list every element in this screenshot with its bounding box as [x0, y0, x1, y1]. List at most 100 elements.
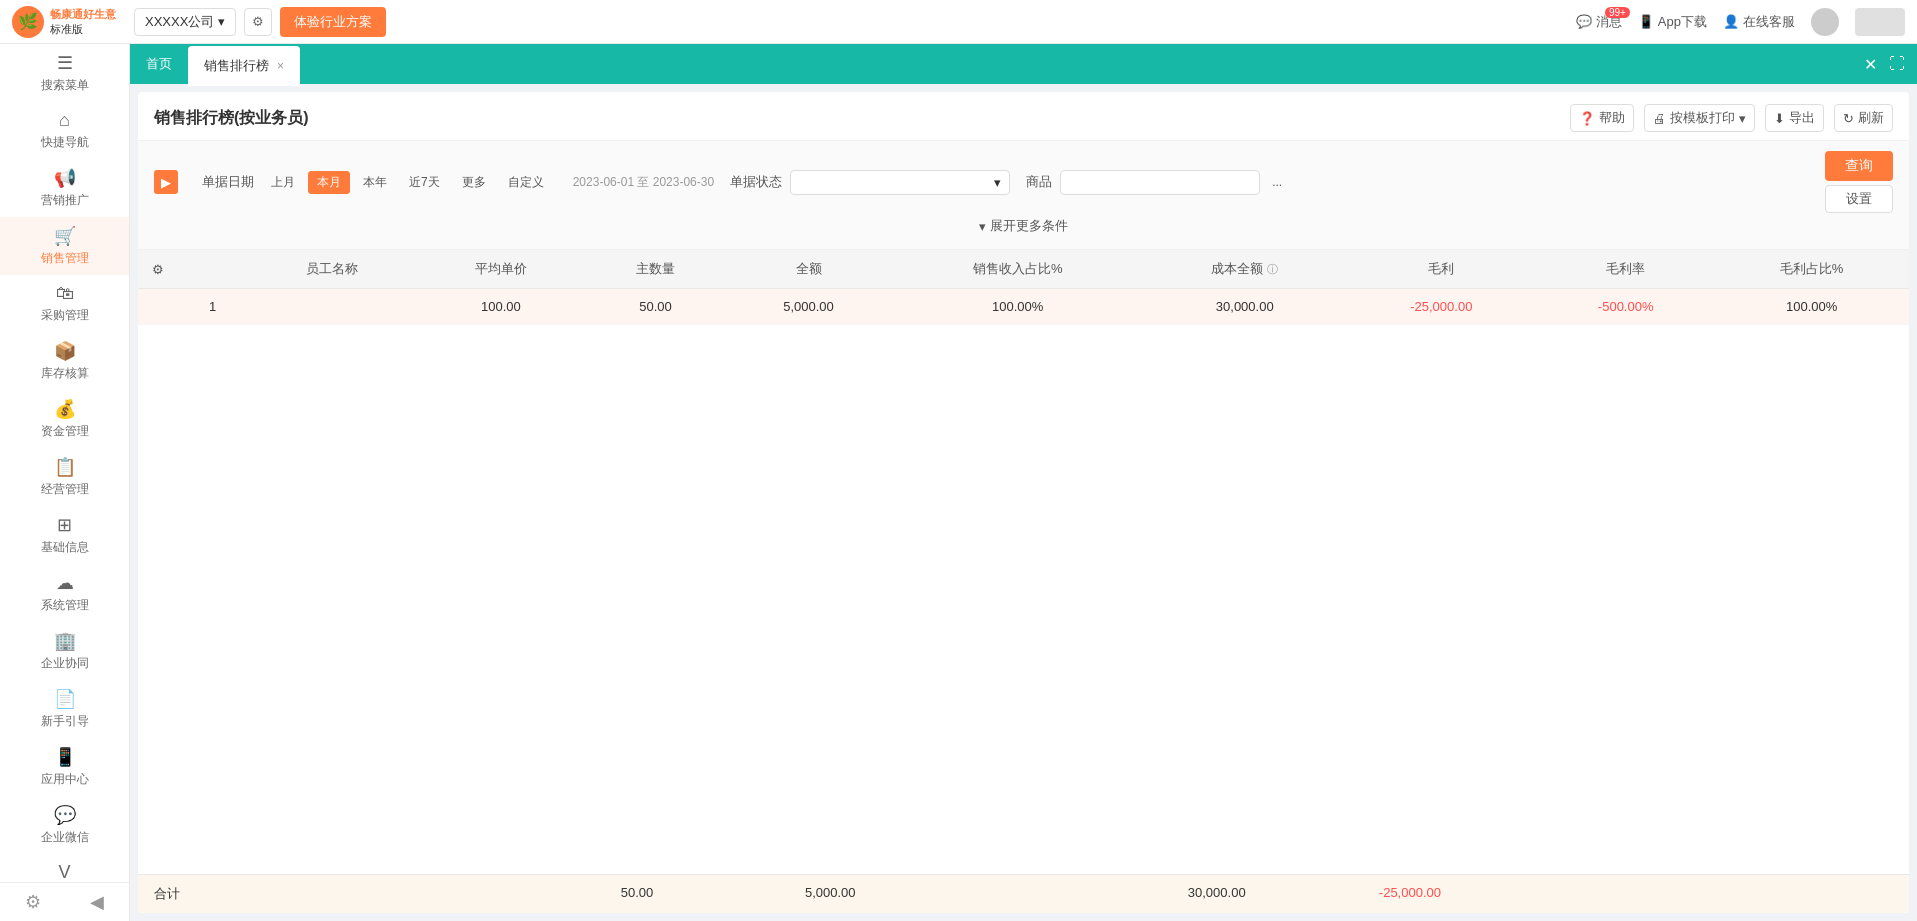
online-service-button[interactable]: 👤 在线客服: [1723, 13, 1795, 31]
goods-more-icon[interactable]: ...: [1272, 175, 1282, 189]
sidebar-item-system[interactable]: ☁ 系统管理: [0, 564, 129, 622]
date-tab-this-year[interactable]: 本年: [354, 171, 396, 194]
sidebar-item-wechat[interactable]: 💬 企业微信: [0, 796, 129, 854]
filter-toggle-arrow[interactable]: ▶: [154, 170, 178, 194]
brand-icon: 🌿: [12, 6, 44, 38]
table-row: 1 100.00 50.00 5,000.00 100.00% 30,000.0…: [138, 289, 1909, 325]
window-close-icon[interactable]: ✕: [1864, 55, 1877, 74]
footer-cost: 30,000.00: [1120, 885, 1313, 903]
row-employee-name: [247, 289, 416, 325]
app-download-button[interactable]: 📱 App下载: [1638, 13, 1707, 31]
sidebar-item-enterprise[interactable]: 🏢 企业协同: [0, 622, 129, 680]
date-tab-more[interactable]: 更多: [453, 171, 495, 194]
col-rank: [178, 250, 247, 289]
page-title: 销售排行榜(按业务员): [154, 108, 309, 129]
query-button[interactable]: 查询: [1825, 151, 1893, 181]
footer-sales-ratio: [927, 885, 1120, 903]
footer-amount: 5,000.00: [734, 885, 927, 903]
service-icon: 👤: [1723, 14, 1739, 29]
settings-icon[interactable]: ⚙: [244, 8, 272, 36]
sidebar-nav: ☰ 搜索菜单 ⌂ 快捷导航 📢 营销推广 🛒 销售管理 🛍 采购管理: [0, 44, 129, 882]
footer-profit: -25,000.00: [1313, 885, 1506, 903]
page-content: 销售排行榜(按业务员) ❓ 帮助 🖨 按模板打印 ▾ ⬇: [138, 92, 1909, 913]
footer-profit-rate: [1507, 885, 1700, 903]
sidebar-collapse-icon[interactable]: ◀: [90, 891, 104, 913]
company-selector[interactable]: XXXXX公司 ▾: [134, 8, 236, 36]
enterprise-icon: 🏢: [54, 630, 76, 652]
col-cost: 成本全额 ⓘ: [1144, 250, 1346, 289]
tab-sales-ranking[interactable]: 销售排行榜 ×: [188, 46, 300, 86]
app-icon: 📱: [1638, 14, 1654, 29]
sidebar-item-apps[interactable]: 📱 应用中心: [0, 738, 129, 796]
message-button[interactable]: 💬 消息 99+: [1576, 13, 1622, 31]
col-profit: 毛利: [1346, 250, 1538, 289]
home-icon: ⌂: [59, 110, 70, 131]
sidebar-label-marketing: 营销推广: [41, 192, 89, 209]
sidebar-label-sales: 销售管理: [41, 250, 89, 267]
sidebar-item-basic[interactable]: ⊞ 基础信息: [0, 506, 129, 564]
date-tab-this-month[interactable]: 本月: [308, 171, 350, 194]
help-button[interactable]: ❓ 帮助: [1570, 104, 1634, 132]
sidebar-item-operations[interactable]: 📋 经营管理: [0, 448, 129, 506]
export-button[interactable]: ⬇ 导出: [1765, 104, 1824, 132]
date-tab-last-month[interactable]: 上月: [262, 171, 304, 194]
chevron-down-icon: ▾: [1739, 111, 1746, 126]
sidebar-settings-icon[interactable]: ⚙: [25, 891, 41, 913]
system-icon: ☁: [56, 572, 74, 594]
inventory-icon: 📦: [54, 340, 76, 362]
sidebar-item-shortcut[interactable]: ⌂ 快捷导航: [0, 102, 129, 159]
row-sales-ratio: 100.00%: [891, 289, 1144, 325]
page-actions: ❓ 帮助 🖨 按模板打印 ▾ ⬇ 导出 ↻: [1570, 104, 1893, 132]
sidebar-label-inventory: 库存核算: [41, 365, 89, 382]
sales-icon: 🛒: [54, 225, 76, 247]
more-filters-row: ▾ 展开更多条件: [154, 213, 1893, 239]
purchase-icon: 🛍: [56, 283, 74, 304]
status-chevron-icon: ▾: [994, 175, 1001, 190]
sidebar-label-wechat: 企业微信: [41, 829, 89, 846]
user-name: [1855, 8, 1905, 36]
marketing-icon: 📢: [54, 167, 76, 189]
wechat-icon: 💬: [54, 804, 76, 826]
date-filter-label: 单据日期: [202, 173, 254, 191]
row-profit-ratio: 100.00%: [1714, 289, 1909, 325]
sidebar-item-sales[interactable]: 🛒 销售管理: [0, 217, 129, 275]
table-footer: 合计 50.00 5,000.00 30,000.00 -25,000.00: [138, 874, 1909, 913]
filter-row: ▶ 单据日期 上月 本月 本年 近7天 更多 自定义: [154, 151, 1893, 213]
col-avg-price: 平均单价: [416, 250, 585, 289]
settings-button[interactable]: 设置: [1825, 185, 1893, 213]
sidebar-item-search[interactable]: ☰ 搜索菜单: [0, 44, 129, 102]
sidebar-item-purchase[interactable]: 🛍 采购管理: [0, 275, 129, 332]
sidebar-item-finance[interactable]: 💰 资金管理: [0, 390, 129, 448]
refresh-button[interactable]: ↻ 刷新: [1834, 104, 1893, 132]
tab-home[interactable]: 首页: [130, 44, 188, 84]
col-employee-name: 员工名称: [247, 250, 416, 289]
date-tab-custom[interactable]: 自定义: [499, 171, 553, 194]
trial-button[interactable]: 体验行业方案: [280, 7, 386, 37]
row-qty: 50.00: [585, 289, 725, 325]
col-settings[interactable]: ⚙: [138, 250, 178, 289]
cost-info-icon: ⓘ: [1267, 263, 1278, 275]
template-print-button[interactable]: 🖨 按模板打印 ▾: [1644, 104, 1755, 132]
sidebar-label-system: 系统管理: [41, 597, 89, 614]
table-container: ⚙ 员工名称 平均单价 主数量 全额 销售收入占比% 成本全额 ⓘ 毛利 毛利率: [138, 250, 1909, 874]
fullscreen-icon[interactable]: ⛶: [1889, 55, 1905, 73]
sidebar-item-newbie[interactable]: 📄 新手引导: [0, 680, 129, 738]
footer-avg-price: [347, 885, 540, 903]
footer-profit-ratio: [1700, 885, 1893, 903]
row-amount: 5,000.00: [726, 289, 892, 325]
sidebar: ☰ 搜索菜单 ⌂ 快捷导航 📢 营销推广 🛒 销售管理 🛍 采购管理: [0, 44, 130, 921]
expand-filters-button[interactable]: ▾ 展开更多条件: [979, 217, 1068, 235]
date-tab-7days[interactable]: 近7天: [400, 171, 449, 194]
goods-filter-input[interactable]: [1060, 170, 1260, 195]
page-header: 销售排行榜(按业务员) ❓ 帮助 🖨 按模板打印 ▾ ⬇: [138, 92, 1909, 141]
sidebar-item-member[interactable]: V 畅会员: [0, 854, 129, 882]
avatar[interactable]: [1811, 8, 1839, 36]
status-filter-group: 单据状态 ▾: [730, 170, 1010, 195]
status-filter-select[interactable]: ▾: [790, 170, 1010, 195]
sidebar-item-inventory[interactable]: 📦 库存核算: [0, 332, 129, 390]
tab-close-icon[interactable]: ×: [277, 59, 284, 73]
sidebar-item-marketing[interactable]: 📢 营销推广: [0, 159, 129, 217]
sidebar-label-shortcut: 快捷导航: [41, 134, 89, 151]
refresh-icon: ↻: [1843, 111, 1854, 126]
message-badge: 99+: [1605, 7, 1630, 18]
